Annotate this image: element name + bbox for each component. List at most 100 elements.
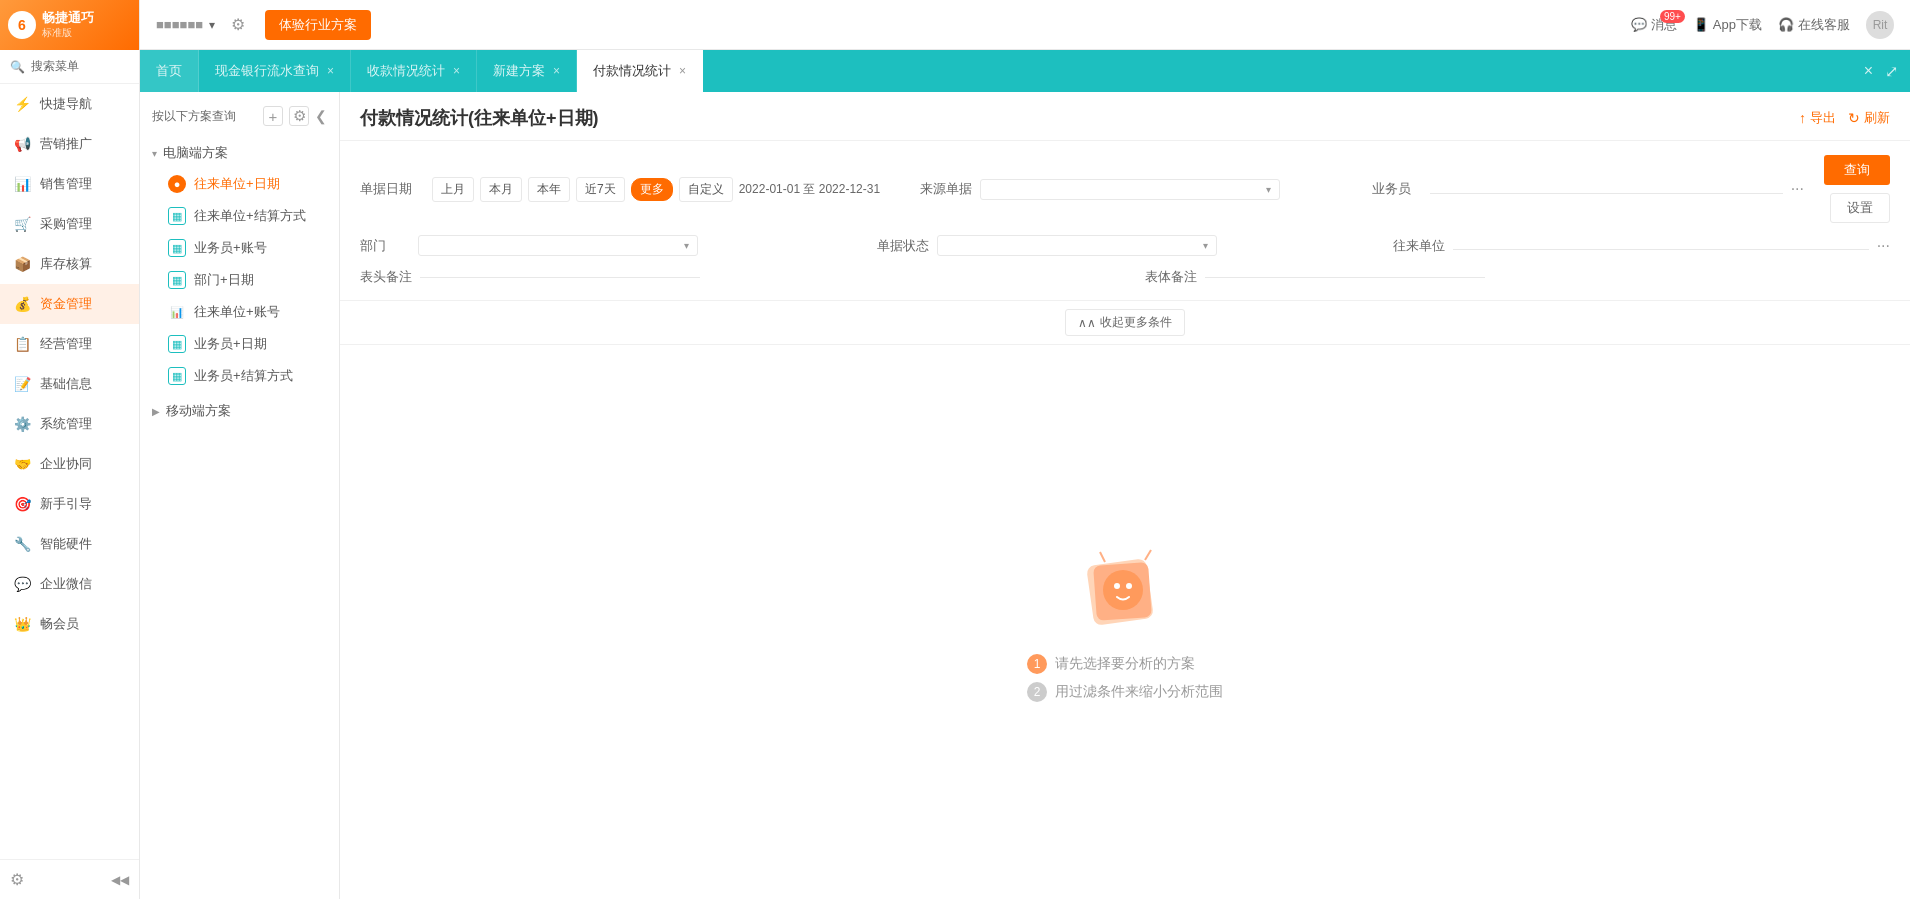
app-download-btn[interactable]: 📱 App下载 xyxy=(1693,16,1762,34)
add-scheme-btn[interactable]: + xyxy=(263,106,283,126)
purchase-nav-icon: 🛒 xyxy=(12,214,32,234)
left-panel: 按以下方案查询 + ⚙ ❮ ▾ 电脑端方案 ● 往来单位+日期 ▦ xyxy=(140,92,340,899)
empty-tip-1: 1 请先选择要分析的方案 xyxy=(1027,654,1223,674)
sidebar-item-sales[interactable]: 📊 销售管理 xyxy=(0,164,139,204)
export-btn[interactable]: ↑ 导出 xyxy=(1799,109,1836,127)
partner-group: 往来单位 ··· xyxy=(1393,237,1890,255)
filter-settings-btn[interactable]: 设置 xyxy=(1830,193,1890,223)
scheme-partner-payment[interactable]: ▦ 往来单位+结算方式 xyxy=(140,200,339,232)
sidebar-item-quick-nav[interactable]: ⚡ 快捷导航 xyxy=(0,84,139,124)
scheme-partner-account-label: 往来单位+账号 xyxy=(194,303,280,321)
sidebar-item-purchase[interactable]: 🛒 采购管理 xyxy=(0,204,139,244)
mobile-group-label: 移动端方案 xyxy=(166,402,231,420)
query-btn[interactable]: 查询 xyxy=(1824,155,1890,185)
sidebar-item-member[interactable]: 👑 畅会员 xyxy=(0,604,139,644)
source-group: 来源单据 ▾ xyxy=(920,179,1352,200)
more-dates-btn[interactable]: 更多 xyxy=(631,178,673,201)
tab-receipt-stat[interactable]: 收款情况统计 × xyxy=(351,50,477,92)
company-selector[interactable]: ■■■■■■ ▾ xyxy=(156,17,215,32)
sidebar-item-guide[interactable]: 🎯 新手引导 xyxy=(0,484,139,524)
sidebar-item-coop[interactable]: 🤝 企业协同 xyxy=(0,444,139,484)
last-7-days-btn[interactable]: 近7天 xyxy=(576,177,625,202)
tab-expand-btn[interactable]: ⤢ xyxy=(1881,58,1902,85)
tab-payment-stat[interactable]: 付款情况统计 × xyxy=(577,50,703,92)
scheme-partner-date[interactable]: ● 往来单位+日期 xyxy=(140,168,339,200)
dept-select[interactable]: ▾ xyxy=(418,235,698,256)
date-range-display: 2022-01-01 至 2022-12-31 xyxy=(739,181,880,198)
source-select[interactable]: ▾ xyxy=(980,179,1280,200)
page-title: 付款情况统计(往来单位+日期) xyxy=(360,106,599,130)
tab-payment-stat-close[interactable]: × xyxy=(679,64,686,78)
service-btn[interactable]: 🎧 在线客服 xyxy=(1778,16,1850,34)
svg-point-3 xyxy=(1114,583,1120,589)
content-area: 按以下方案查询 + ⚙ ❮ ▾ 电脑端方案 ● 往来单位+日期 ▦ xyxy=(140,92,1910,899)
tip-2-text: 用过滤条件来缩小分析范围 xyxy=(1055,683,1223,701)
sidebar-footer: ⚙ ◀◀ xyxy=(0,859,139,899)
trial-btn[interactable]: 体验行业方案 xyxy=(265,10,371,40)
scheme-settings-btn[interactable]: ⚙ xyxy=(289,106,309,126)
this-month-btn[interactable]: 本月 xyxy=(480,177,522,202)
filter-row-1: 单据日期 上月 本月 本年 近7天 更多 自定义 2022-01-01 至 20… xyxy=(360,155,1890,223)
tab-bank-flow-close[interactable]: × xyxy=(327,64,334,78)
scheme-active-icon: ● xyxy=(168,175,186,193)
system-nav-label: 系统管理 xyxy=(40,415,92,433)
export-label: 导出 xyxy=(1810,109,1836,127)
tab-receipt-stat-label: 收款情况统计 xyxy=(367,62,445,80)
desktop-scheme-header[interactable]: ▾ 电脑端方案 xyxy=(140,138,339,168)
finance-nav-icon: 💰 xyxy=(12,294,32,314)
user-avatar[interactable]: Rit xyxy=(1866,11,1894,39)
tab-new-scheme[interactable]: 新建方案 × xyxy=(477,50,577,92)
collapse-more-btn[interactable]: ∧∧ 收起更多条件 xyxy=(1065,309,1185,336)
desktop-group-arrow: ▾ xyxy=(152,148,157,159)
export-icon: ↑ xyxy=(1799,110,1806,126)
last-month-btn[interactable]: 上月 xyxy=(432,177,474,202)
message-btn[interactable]: 💬 消息 99+ xyxy=(1631,16,1677,34)
tab-bank-flow-label: 现金银行流水查询 xyxy=(215,62,319,80)
scheme-sales-date[interactable]: ▦ 业务员+日期 xyxy=(140,328,339,360)
system-nav-icon: ⚙️ xyxy=(12,414,32,434)
company-name: ■■■■■■ xyxy=(156,17,203,32)
scheme-dept-date[interactable]: ▦ 部门+日期 xyxy=(140,264,339,296)
topbar-settings-icon[interactable]: ⚙ xyxy=(231,15,245,34)
left-panel-label: 按以下方案查询 xyxy=(152,108,236,125)
sidebar-item-basic[interactable]: 📝 基础信息 xyxy=(0,364,139,404)
custom-date-btn[interactable]: 自定义 xyxy=(679,177,733,202)
topbar-right: 💬 消息 99+ 📱 App下载 🎧 在线客服 Rit xyxy=(1631,11,1894,39)
sidebar-search[interactable]: 🔍 搜索菜单 xyxy=(0,50,139,84)
sidebar-header: 6 畅捷通巧 标准版 xyxy=(0,0,139,50)
this-year-btn[interactable]: 本年 xyxy=(528,177,570,202)
sidebar-item-weixin[interactable]: 💬 企业微信 xyxy=(0,564,139,604)
refresh-btn[interactable]: ↻ 刷新 xyxy=(1848,109,1890,127)
tab-home[interactable]: 首页 xyxy=(140,50,199,92)
sidebar-brand: 畅捷通巧 标准版 xyxy=(42,10,94,40)
scheme-partner-account[interactable]: 📊 往来单位+账号 xyxy=(140,296,339,328)
voucher-status-select[interactable]: ▾ xyxy=(937,235,1217,256)
tab-new-scheme-close[interactable]: × xyxy=(553,64,560,78)
scheme-sales-payment[interactable]: ▦ 业务员+结算方式 xyxy=(140,360,339,392)
tab-close-all-btn[interactable]: × xyxy=(1860,58,1877,84)
collapse-sidebar-icon[interactable]: ◀◀ xyxy=(111,873,129,887)
sidebar-item-hardware[interactable]: 🔧 智能硬件 xyxy=(0,524,139,564)
query-actions: 查询 设置 xyxy=(1824,155,1890,223)
sidebar-item-operation[interactable]: 📋 经营管理 xyxy=(0,324,139,364)
mobile-scheme-group: ▶ 移动端方案 xyxy=(140,396,339,426)
sidebar-item-inventory[interactable]: 📦 库存核算 xyxy=(0,244,139,284)
tab-bank-flow[interactable]: 现金银行流水查询 × xyxy=(199,50,351,92)
app-label: App下载 xyxy=(1713,16,1762,34)
quick-nav-nav-icon: ⚡ xyxy=(12,94,32,114)
header-note-label: 表头备注 xyxy=(360,268,412,286)
settings-footer-icon[interactable]: ⚙ xyxy=(10,870,24,889)
collapse-panel-btn[interactable]: ❮ xyxy=(315,108,327,124)
partner-dots-btn[interactable]: ··· xyxy=(1877,237,1890,255)
scheme-sales-account[interactable]: ▦ 业务员+账号 xyxy=(140,232,339,264)
sidebar-item-marketing[interactable]: 📢 营销推广 xyxy=(0,124,139,164)
tip-num-1: 1 xyxy=(1027,654,1047,674)
purchase-nav-label: 采购管理 xyxy=(40,215,92,233)
sidebar-item-system[interactable]: ⚙️ 系统管理 xyxy=(0,404,139,444)
salesman-dots-btn[interactable]: ··· xyxy=(1791,180,1804,198)
tab-receipt-stat-close[interactable]: × xyxy=(453,64,460,78)
mobile-scheme-header[interactable]: ▶ 移动端方案 xyxy=(140,396,339,426)
sidebar-item-finance[interactable]: 💰 资金管理 xyxy=(0,284,139,324)
marketing-nav-icon: 📢 xyxy=(12,134,32,154)
logo-icon: 6 xyxy=(8,11,36,39)
